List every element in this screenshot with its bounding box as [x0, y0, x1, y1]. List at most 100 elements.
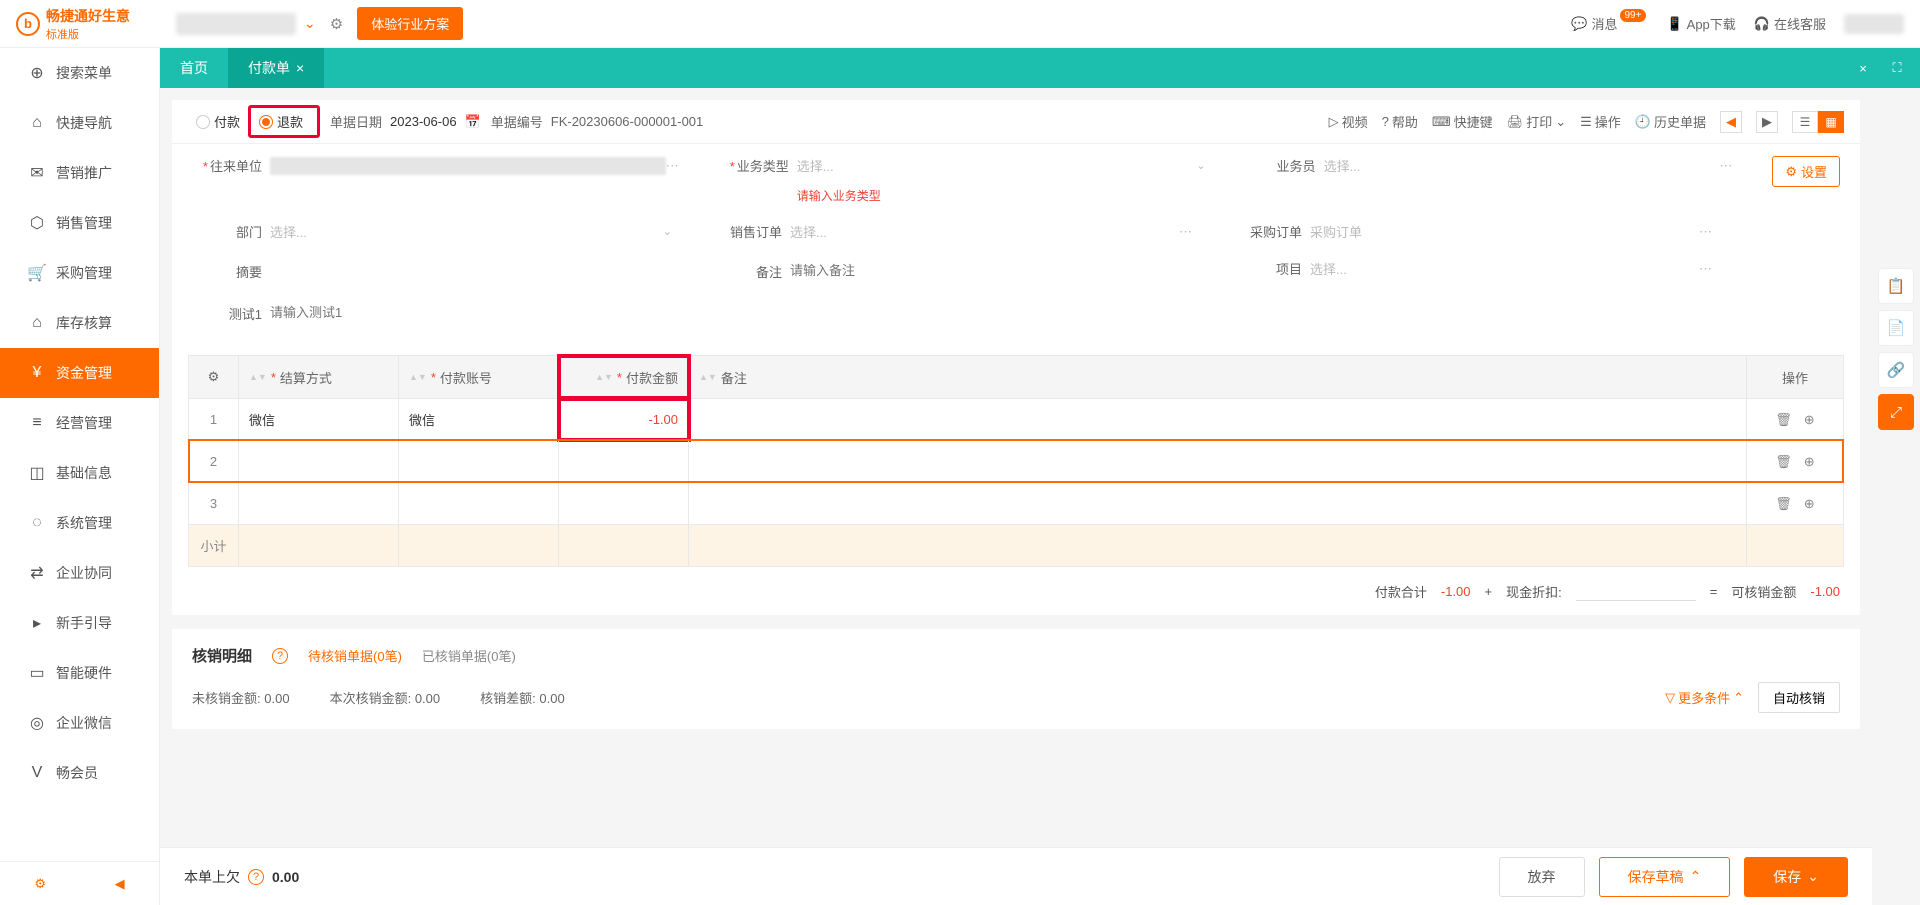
writeoff-tab-pending[interactable]: 待核销单据(0笔) [308, 646, 402, 665]
collapse-icon[interactable]: ◀ [115, 876, 125, 892]
more-conditions-link[interactable]: ▽更多条件 ⌃ [1665, 688, 1744, 707]
add-icon[interactable]: ⊕ [1804, 454, 1815, 470]
salesperson-select[interactable]: 选择...⋯ [1324, 156, 1733, 175]
message-badge: 99+ [1620, 9, 1647, 22]
sidebar-item-sales[interactable]: ⬡销售管理 [0, 198, 159, 248]
cell-method[interactable]: 微信 [239, 399, 399, 440]
sidebar-item-quick-nav[interactable]: ⌂快捷导航 [0, 98, 159, 148]
table-row[interactable]: 2 🗑⊕ [189, 440, 1843, 482]
purchase-order-select[interactable]: 采购订单⋯ [1310, 222, 1712, 241]
dept-select[interactable]: 选择...⌄ [270, 222, 672, 241]
history-link[interactable]: 🕘 历史单据 [1635, 112, 1706, 131]
help-link[interactable]: ? 帮助 [1382, 112, 1418, 131]
more-icon[interactable]: ⋯ [1719, 158, 1732, 174]
sidebar-item-search[interactable]: ⊕搜索菜单 [0, 48, 159, 98]
more-icon[interactable]: ⋯ [1179, 224, 1192, 240]
view-list-icon[interactable]: ☰ [1792, 111, 1818, 133]
video-link[interactable]: ▷ 视频 [1329, 112, 1368, 131]
writeoff-tab-done[interactable]: 已核销单据(0笔) [422, 646, 516, 665]
view-form-icon[interactable]: ▦ [1818, 111, 1844, 133]
cell-account[interactable]: 微信 [399, 399, 559, 440]
more-icon[interactable]: ⋯ [1699, 224, 1712, 240]
sidebar-item-basic-info[interactable]: ◫基础信息 [0, 448, 159, 498]
shortcut-link[interactable]: ⌨ 快捷键 [1432, 112, 1493, 131]
col-method[interactable]: ▲▼*结算方式 [239, 356, 399, 398]
cell-amount[interactable] [559, 483, 689, 524]
project-select[interactable]: 选择...⋯ [1310, 259, 1712, 278]
pay-sum-label: 付款合计 [1375, 582, 1427, 601]
sidebar-item-hardware[interactable]: ▭智能硬件 [0, 648, 159, 698]
app-download-link[interactable]: 📱 App下载 [1666, 14, 1735, 33]
radio-refund[interactable]: 退款 [251, 112, 311, 131]
prev-doc-icon[interactable]: ◀ [1720, 111, 1742, 133]
settings-icon[interactable]: ⚙ [34, 876, 46, 892]
sales-order-select[interactable]: 选择...⋯ [790, 222, 1192, 241]
cell-method[interactable] [239, 483, 399, 524]
settings-button[interactable]: ⚙设置 [1772, 156, 1840, 187]
delete-icon[interactable]: 🗑 [1775, 412, 1792, 428]
sidebar-item-guide[interactable]: ▸新手引导 [0, 598, 159, 648]
cell-method[interactable] [239, 441, 399, 482]
sidebar-item-marketing[interactable]: ✉营销推广 [0, 148, 159, 198]
remark-input[interactable] [790, 259, 1192, 283]
summary-input[interactable] [270, 259, 672, 283]
operate-link[interactable]: ☰ 操作 [1580, 112, 1621, 131]
message-link[interactable]: 💬 消息 99+ [1571, 14, 1648, 33]
user-blur[interactable] [1844, 14, 1904, 34]
delete-icon[interactable]: 🗑 [1775, 496, 1792, 512]
calendar-icon[interactable]: 📅 [465, 114, 481, 130]
table-row[interactable]: 3 🗑⊕ [189, 482, 1843, 524]
tab-close-all-icon[interactable]: × [1850, 55, 1876, 81]
save-draft-button[interactable]: 保存草稿 ⌃ [1599, 857, 1731, 897]
sidebar-item-finance[interactable]: ¥资金管理 [0, 348, 159, 398]
cell-remark[interactable] [689, 441, 1747, 482]
save-button[interactable]: 保存 ⌄ [1744, 857, 1848, 897]
cell-amount[interactable]: -1.00 [559, 399, 689, 440]
fullscreen-icon[interactable]: ⛶ [1884, 55, 1910, 81]
sidebar-item-purchase[interactable]: 🛒采购管理 [0, 248, 159, 298]
cash-discount-input[interactable] [1576, 581, 1696, 601]
col-gear[interactable]: ⚙ [189, 356, 239, 398]
sidebar-item-collab[interactable]: ⇄企业协同 [0, 548, 159, 598]
counterparty-select[interactable]: ⋯ [270, 157, 679, 175]
rail-link-icon[interactable]: 🔗 [1878, 352, 1914, 388]
tab-payment[interactable]: 付款单× [228, 48, 324, 88]
doc-date-value[interactable]: 2023-06-06 [390, 114, 457, 129]
test1-input[interactable] [270, 301, 672, 325]
add-icon[interactable]: ⊕ [1804, 496, 1815, 512]
cell-account[interactable] [399, 441, 559, 482]
col-remark[interactable]: ▲▼备注 [689, 356, 1747, 398]
cell-amount[interactable] [559, 441, 689, 482]
discard-button[interactable]: 放弃 [1499, 857, 1585, 897]
sidebar-item-member[interactable]: V畅会员 [0, 748, 159, 798]
next-doc-icon[interactable]: ▶ [1756, 111, 1778, 133]
table-row[interactable]: 1 微信 微信 -1.00 🗑⊕ [189, 398, 1843, 440]
cell-remark[interactable] [689, 399, 1747, 440]
rail-note-icon[interactable]: 📋 [1878, 268, 1914, 304]
close-icon[interactable]: × [296, 60, 304, 76]
col-account[interactable]: ▲▼*付款账号 [399, 356, 559, 398]
add-icon[interactable]: ⊕ [1804, 412, 1815, 428]
auto-writeoff-button[interactable]: 自动核销 [1758, 682, 1840, 713]
tab-home[interactable]: 首页 [160, 48, 228, 88]
sidebar-item-wechat[interactable]: ◎企业微信 [0, 698, 159, 748]
cell-account[interactable] [399, 483, 559, 524]
sidebar-item-system[interactable]: ◌系统管理 [0, 498, 159, 548]
sidebar-item-inventory[interactable]: ⌂库存核算 [0, 298, 159, 348]
delete-icon[interactable]: 🗑 [1775, 454, 1792, 470]
more-icon[interactable]: ⋯ [666, 158, 679, 174]
online-service-link[interactable]: 🎧 在线客服 [1754, 14, 1826, 33]
cell-remark[interactable] [689, 483, 1747, 524]
gear-icon[interactable]: ⚙ [330, 15, 343, 33]
help-icon[interactable]: ? [272, 648, 288, 664]
rail-doc-icon[interactable]: 📄 [1878, 310, 1914, 346]
sidebar-item-operation[interactable]: ≡经营管理 [0, 398, 159, 448]
company-dropdown-icon[interactable]: ⌄ [304, 15, 316, 32]
more-icon[interactable]: ⋯ [1699, 261, 1712, 277]
trial-button[interactable]: 体验行业方案 [357, 7, 463, 40]
col-amount[interactable]: ▲▼*付款金额 [559, 356, 689, 398]
help-icon[interactable]: ? [248, 869, 264, 885]
biztype-select[interactable]: 选择...⌄ [797, 156, 1206, 175]
print-link[interactable]: 🖨 打印 ⌄ [1507, 112, 1566, 131]
rail-expand-icon[interactable]: ⤢ [1878, 394, 1914, 430]
